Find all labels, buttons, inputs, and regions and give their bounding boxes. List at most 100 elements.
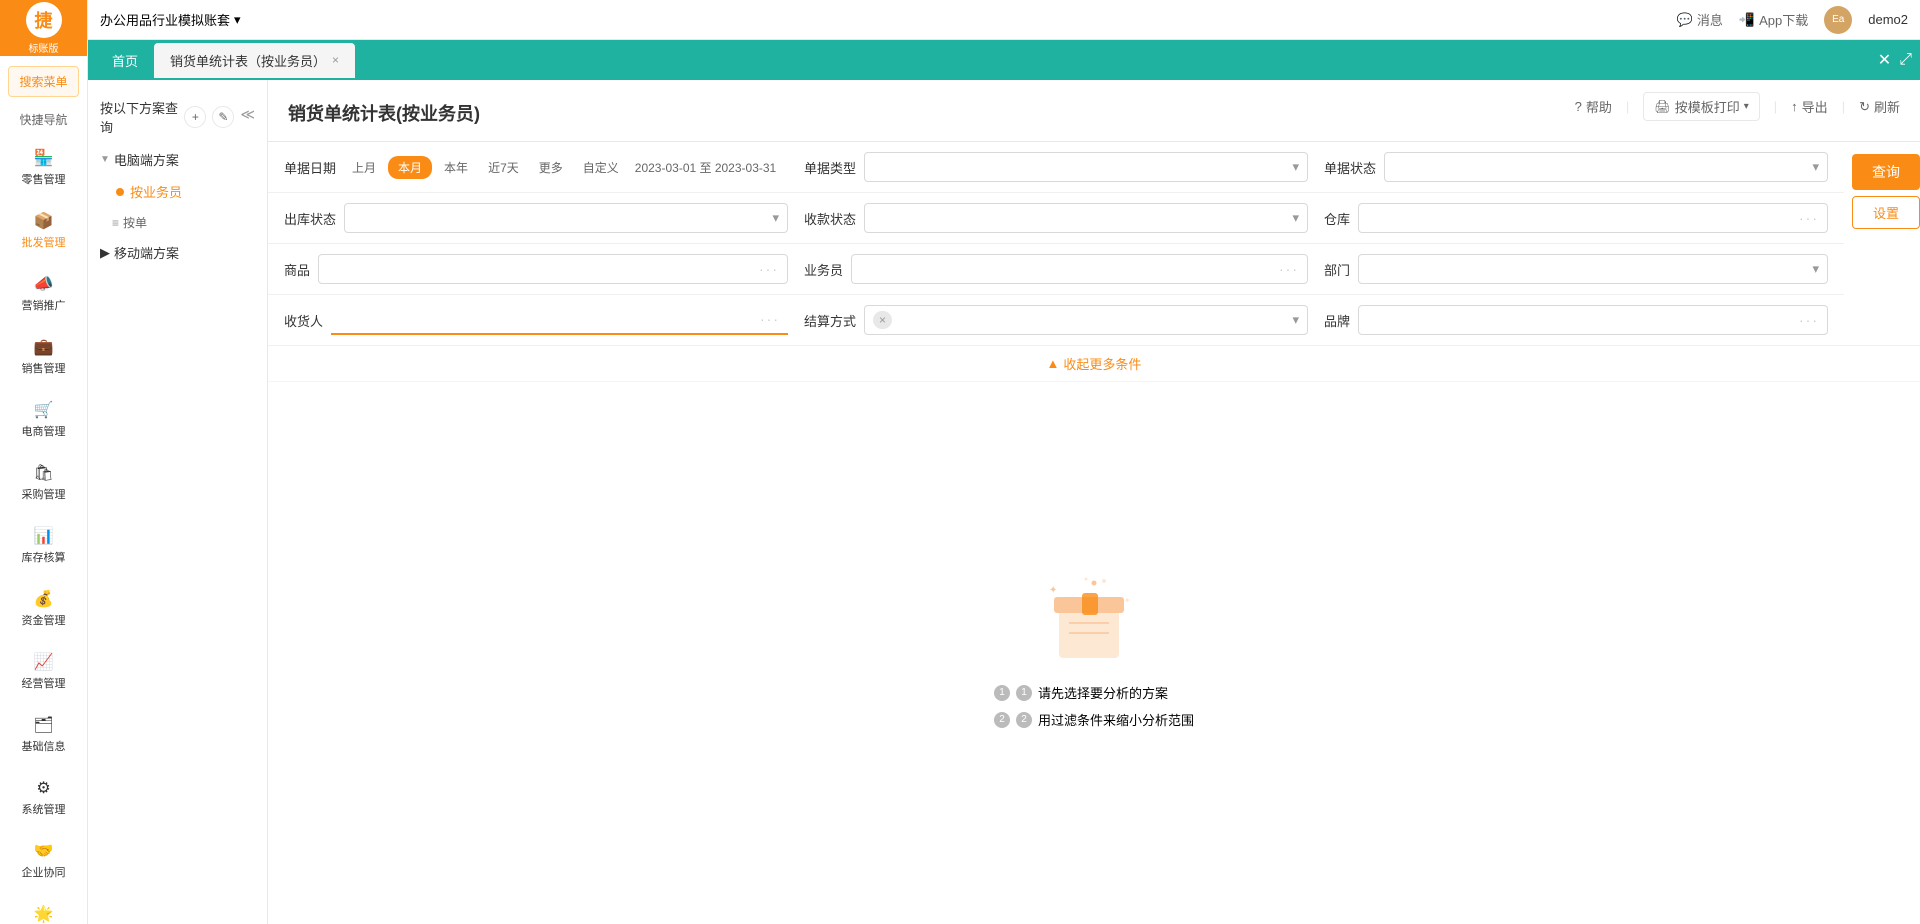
settlement-select[interactable]: × ▾ bbox=[864, 305, 1308, 335]
page-header: 销货单统计表(按业务员) ? 帮助 | 🖨 按模板打印 ▾ | ↑ bbox=[268, 80, 1920, 142]
filter-date-item: 单据日期 上月 本月 本年 近7天 更多 自定义 2023-03-01 至 20… bbox=[284, 156, 788, 179]
sidebar-item-enterprise[interactable]: 🤝 企业协同 bbox=[0, 829, 87, 892]
help-label: 帮助 bbox=[1586, 97, 1612, 116]
setting-button[interactable]: 设置 bbox=[1852, 196, 1920, 229]
query-button[interactable]: 查询 bbox=[1852, 154, 1920, 190]
date-tab-7days[interactable]: 近7天 bbox=[480, 156, 527, 179]
date-tab-last-month[interactable]: 上月 bbox=[344, 156, 384, 179]
sidebar-item-wholesale[interactable]: 📦 批发管理 bbox=[0, 199, 87, 262]
maximize-icon[interactable]: ⤢ bbox=[1899, 51, 1912, 69]
search-menu-button[interactable]: 搜索菜单 bbox=[8, 66, 79, 97]
filter-doc-status-item: 单据状态 ▾ bbox=[1324, 152, 1828, 182]
filter-row-1: 单据日期 上月 本月 本年 近7天 更多 自定义 2023-03-01 至 20… bbox=[268, 142, 1844, 193]
export-label: 导出 bbox=[1802, 97, 1828, 116]
empty-hint-2-text: 用过滤条件来缩小分析范围 bbox=[1038, 710, 1194, 729]
sidebar-item-finance[interactable]: 💰 资金管理 bbox=[0, 577, 87, 640]
settlement-clear-icon[interactable]: × bbox=[879, 313, 886, 327]
mobile-group-arrow: ▶ bbox=[100, 245, 110, 261]
add-scheme-button[interactable]: + bbox=[184, 106, 206, 128]
mobile-group-header[interactable]: ▶ 移动端方案 bbox=[100, 243, 255, 262]
print-button[interactable]: 🖨 按模板打印 ▾ bbox=[1643, 92, 1760, 121]
sidebar-item-operation[interactable]: 📈 经营管理 bbox=[0, 640, 87, 703]
app-download-label: App下载 bbox=[1759, 10, 1808, 29]
page-title: 销货单统计表(按业务员) bbox=[288, 100, 480, 126]
filter-doc-type-item: 单据类型 ▾ bbox=[804, 152, 1308, 182]
app-logo[interactable]: 捷 标账版 bbox=[0, 0, 87, 56]
inventory-icon: 📊 bbox=[34, 526, 54, 546]
sidebar-item-ecommerce[interactable]: 🛒 电商管理 bbox=[0, 388, 87, 451]
edit-scheme-button[interactable]: ✎ bbox=[212, 106, 234, 128]
collapse-panel-button[interactable]: ≪ bbox=[240, 106, 255, 128]
quick-nav-button[interactable]: 快捷导航 bbox=[0, 103, 87, 136]
goods-select[interactable]: ··· bbox=[318, 254, 788, 284]
sidebar-item-marketing[interactable]: 📣 营销推广 bbox=[0, 262, 87, 325]
by-order-icon: ≡ bbox=[112, 216, 119, 230]
out-status-chevron: ▾ bbox=[772, 210, 779, 226]
help-button[interactable]: ? 帮助 bbox=[1575, 97, 1612, 116]
receipt-status-label: 收款状态 bbox=[804, 209, 856, 228]
out-status-label: 出库状态 bbox=[284, 209, 336, 228]
main-area: 办公用品行业模拟账套 ▾ 💬 消息 📲 App下载 Ea demo2 首页 销货… bbox=[88, 0, 1920, 924]
app-download-button[interactable]: 📲 App下载 bbox=[1739, 10, 1808, 29]
topbar-title-text: 办公用品行业模拟账套 bbox=[100, 10, 230, 29]
sidebar-item-sales[interactable]: 💼 销售管理 bbox=[0, 325, 87, 388]
brand-select[interactable]: ··· bbox=[1358, 305, 1828, 335]
tab-close-button[interactable]: × bbox=[332, 53, 339, 67]
settlement-tag: × bbox=[873, 311, 892, 329]
print-dropdown-arrow: ▾ bbox=[1744, 101, 1749, 112]
date-tab-more[interactable]: 更多 bbox=[531, 156, 571, 179]
goods-dots-icon: ··· bbox=[759, 261, 779, 277]
refresh-button[interactable]: ↻ 刷新 bbox=[1859, 97, 1900, 116]
tab-sales-stat[interactable]: 销货单统计表（按业务员） × bbox=[154, 43, 355, 78]
sidebar: 捷 标账版 搜索菜单 快捷导航 🏪 零售管理 📦 批发管理 📣 营销推广 💼 销… bbox=[0, 0, 88, 924]
date-range-display: 2023-03-01 至 2023-03-31 bbox=[635, 159, 776, 176]
topbar-title-dropdown[interactable]: 办公用品行业模拟账套 ▾ bbox=[100, 10, 241, 29]
warehouse-select[interactable]: ··· bbox=[1358, 203, 1828, 233]
date-tab-custom[interactable]: 自定义 bbox=[575, 156, 627, 179]
sales-icon: 💼 bbox=[34, 337, 54, 357]
export-button[interactable]: ↑ 导出 bbox=[1791, 97, 1828, 116]
sidebar-item-purchase[interactable]: 🛍 采购管理 bbox=[0, 451, 87, 514]
retail-icon: 🏪 bbox=[34, 148, 54, 168]
date-label: 单据日期 bbox=[284, 158, 336, 177]
filter-consignee-item: 收货人 ··· bbox=[284, 305, 788, 335]
sidebar-item-sales-label: 销售管理 bbox=[22, 360, 66, 376]
user-name-button[interactable]: demo2 bbox=[1868, 12, 1908, 27]
filter-row-1-wrapper: 单据日期 上月 本月 本年 近7天 更多 自定义 2023-03-01 至 20… bbox=[268, 142, 1920, 345]
left-panel-header: 按以下方案查询 + ✎ ≪ bbox=[88, 90, 267, 144]
sidebar-nav: 🏪 零售管理 📦 批发管理 📣 营销推广 💼 销售管理 🛒 电商管理 🛍 采购管… bbox=[0, 136, 87, 924]
pc-scheme-group: ▼ 电脑端方案 按业务员 ≡ 按单 ▶ 移动端方案 bbox=[88, 144, 267, 268]
sidebar-item-inventory[interactable]: 📊 库存核算 bbox=[0, 514, 87, 577]
message-button[interactable]: 💬 消息 bbox=[1677, 10, 1723, 29]
dept-select[interactable]: ▾ bbox=[1358, 254, 1828, 284]
sidebar-item-system[interactable]: ⚙ 系统管理 bbox=[0, 766, 87, 829]
consignee-input[interactable]: ··· bbox=[331, 305, 788, 335]
tree-item-dot bbox=[116, 188, 124, 196]
collapse-more-button[interactable]: ▲ 收起更多条件 bbox=[268, 345, 1920, 381]
receipt-status-select[interactable]: ▾ bbox=[864, 203, 1308, 233]
collapse-arrow-icon: ▲ bbox=[1047, 356, 1060, 371]
date-tab-this-month[interactable]: 本月 bbox=[388, 156, 432, 179]
out-status-select[interactable]: ▾ bbox=[344, 203, 788, 233]
empty-illustration: ✦ ✦ bbox=[1044, 573, 1144, 663]
tree-sub-by-order-header[interactable]: ≡ 按单 bbox=[88, 208, 267, 237]
refresh-icon: ↻ bbox=[1859, 99, 1870, 115]
doc-status-select[interactable]: ▾ bbox=[1384, 152, 1828, 182]
pc-group-header[interactable]: ▼ 电脑端方案 bbox=[88, 144, 267, 175]
staff-select[interactable]: ··· bbox=[851, 254, 1308, 284]
content-area: 按以下方案查询 + ✎ ≪ ▼ 电脑端方案 按业务员 ≡ 按单 bbox=[88, 80, 1920, 924]
sidebar-item-retail[interactable]: 🏪 零售管理 bbox=[0, 136, 87, 199]
date-tab-this-year[interactable]: 本年 bbox=[436, 156, 476, 179]
close-tab-icon[interactable]: ✕ bbox=[1878, 50, 1891, 70]
consignee-label: 收货人 bbox=[284, 311, 323, 330]
settlement-chevron: ▾ bbox=[1292, 312, 1299, 328]
goods-label: 商品 bbox=[284, 260, 310, 279]
sidebar-item-ecommerce-label: 电商管理 bbox=[22, 423, 66, 439]
tree-item-by-staff[interactable]: 按业务员 bbox=[88, 175, 267, 208]
tab-home[interactable]: 首页 bbox=[96, 43, 154, 78]
sidebar-item-newbie[interactable]: 🌟 新手引导 bbox=[0, 892, 87, 924]
logo-text: 标账版 bbox=[29, 40, 59, 55]
sidebar-item-basic[interactable]: 🗂 基础信息 bbox=[0, 703, 87, 766]
doc-type-select[interactable]: ▾ bbox=[864, 152, 1308, 182]
tab-sales-stat-label: 销货单统计表（按业务员） bbox=[170, 51, 326, 70]
